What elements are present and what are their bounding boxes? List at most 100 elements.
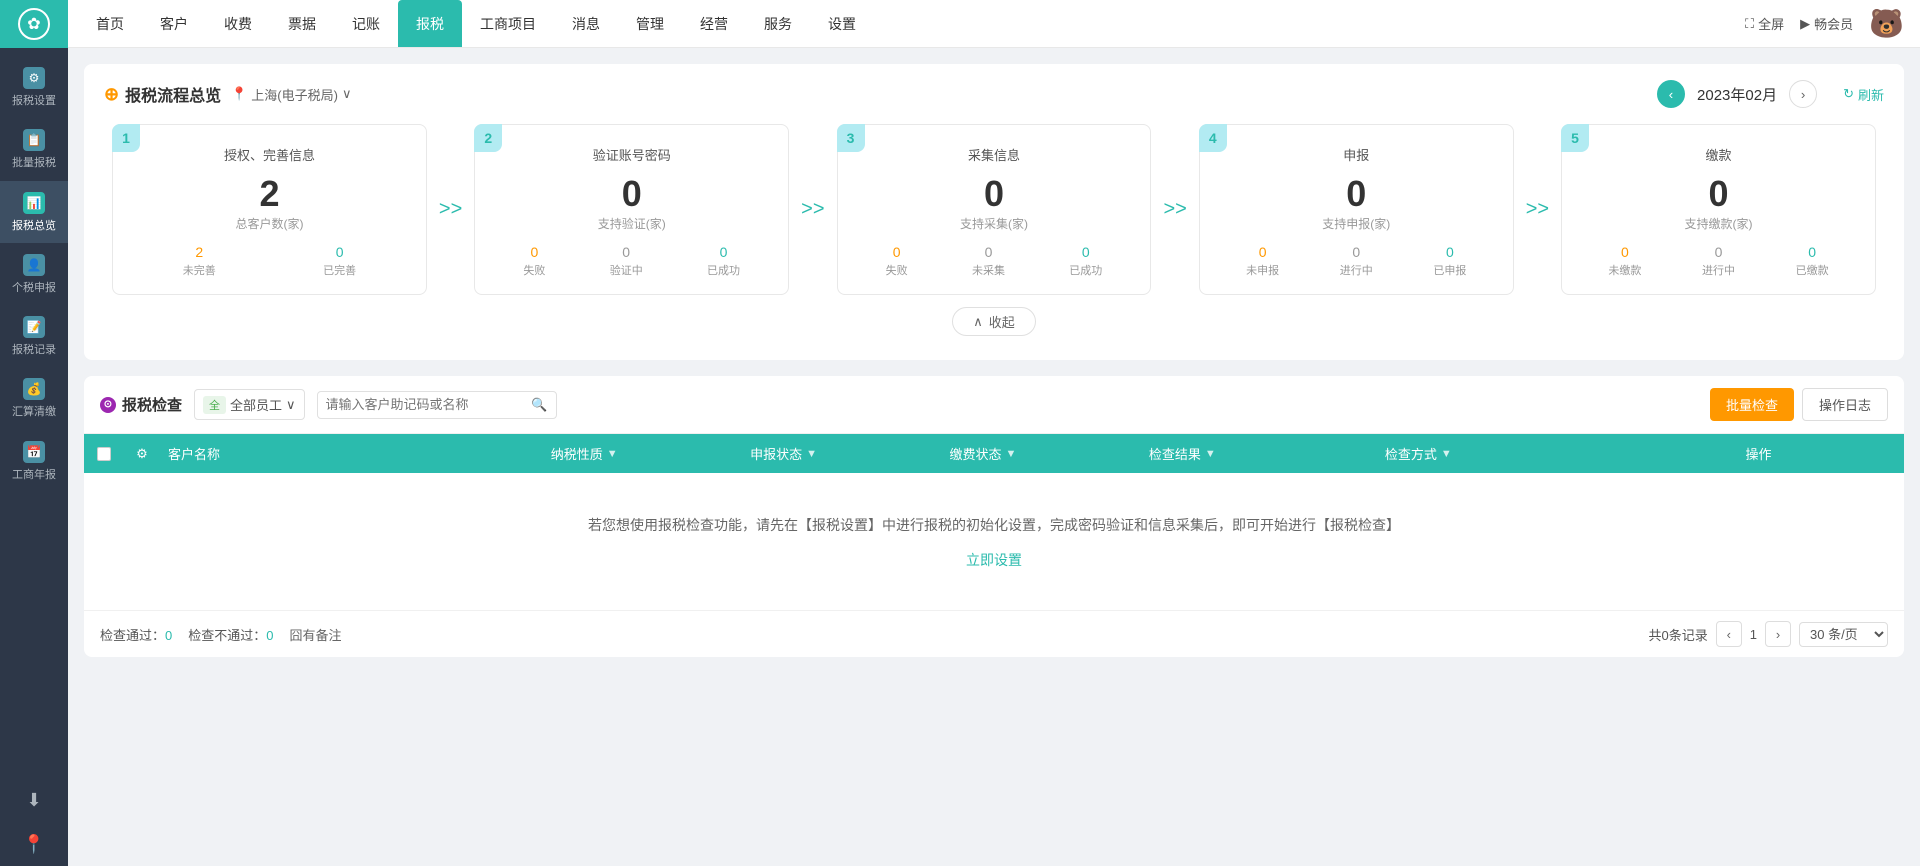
personal-tax-icon: 👤 — [22, 253, 46, 277]
sidebar-label-batch-tax: 批量报税 — [12, 156, 56, 170]
nav-settings[interactable]: 设置 — [810, 0, 874, 47]
nav-home[interactable]: 首页 — [78, 0, 142, 47]
nav-bookkeeping[interactable]: 记账 — [334, 0, 398, 47]
step-2-stat-0-num: 0 — [531, 244, 539, 260]
operation-log-button[interactable]: 操作日志 — [1802, 388, 1888, 421]
table-scroll[interactable]: 若您想使用报税检查功能，请先在【报税设置】中进行报税的初始化设置，完成密码验证和… — [84, 473, 1904, 610]
step-4-stats: 0 未申报 0 进行中 0 已申报 — [1216, 244, 1497, 278]
step-4-stat-2[interactable]: 0 已申报 — [1433, 244, 1466, 278]
nav-service[interactable]: 服务 — [746, 0, 810, 47]
location-selector[interactable]: 📍 上海(电子税局) ∨ — [231, 85, 351, 104]
sidebar-item-batch-tax[interactable]: 📋 批量报税 — [0, 118, 68, 180]
step-2-title: 验证账号密码 — [491, 145, 772, 164]
step-5-stats: 0 未缴款 0 进行中 0 已缴款 — [1578, 244, 1859, 278]
sidebar-label-tax-records: 报税记录 — [12, 343, 56, 357]
step-4-stat-0-label: 未申报 — [1246, 262, 1279, 278]
pass-count-link[interactable]: 0 — [165, 628, 172, 643]
date-next-button[interactable]: › — [1789, 80, 1817, 108]
step-1-stat-0[interactable]: 2 未完善 — [183, 244, 216, 278]
collapse-button[interactable]: ∧ 收起 — [952, 307, 1036, 336]
table-header: ⚙ 客户名称 纳税性质 ▼ 申报状态 ▼ 缴费状态 ▼ — [84, 434, 1904, 473]
header-checkbox[interactable] — [97, 447, 111, 461]
step-5-stat-1[interactable]: 0 进行中 — [1702, 244, 1735, 278]
date-prev-button[interactable]: ‹ — [1657, 80, 1685, 108]
step-2-stat-0[interactable]: 0 失败 — [523, 244, 545, 278]
refresh-icon: ↻ — [1843, 86, 1854, 102]
filter-1-icon[interactable]: ▼ — [607, 448, 618, 460]
tax-settings-icon: ⚙ — [22, 66, 46, 90]
search-icon[interactable]: 🔍 — [531, 397, 547, 413]
step-2-stat-1[interactable]: 0 验证中 — [610, 244, 643, 278]
page-next-button[interactable]: › — [1765, 621, 1791, 647]
tax-check-section: ⊙ 报税检查 全 全部员工 ∨ 🔍 批量检查 操作日志 — [84, 376, 1904, 657]
setup-link[interactable]: 立即设置 — [966, 552, 1022, 568]
header-buttons: 批量检查 操作日志 — [1710, 388, 1888, 421]
annual-report-icon: 📅 — [22, 440, 46, 464]
nav-operation[interactable]: 经营 — [682, 0, 746, 47]
tax-check-table: ⚙ 客户名称 纳税性质 ▼ 申报状态 ▼ 缴费状态 ▼ — [84, 434, 1904, 610]
chevron-down-icon: ∨ — [342, 86, 352, 102]
nav-business[interactable]: 工商项目 — [462, 0, 554, 47]
nav-manage[interactable]: 管理 — [618, 0, 682, 47]
filter-3-icon[interactable]: ▼ — [1006, 448, 1017, 460]
nav-invoice[interactable]: 票据 — [270, 0, 334, 47]
avatar[interactable]: 🐻 — [1869, 7, 1904, 40]
sidebar-item-annual-report[interactable]: 📅 工商年报 — [0, 430, 68, 492]
step-2-stat-1-num: 0 — [622, 244, 630, 260]
page-size-select[interactable]: 30 条/页 50 条/页 100 条/页 — [1799, 622, 1888, 647]
arrow-3: >> — [1159, 124, 1190, 295]
employee-filter[interactable]: 全 全部员工 ∨ — [194, 389, 305, 420]
step-5-stat-2-label: 已缴款 — [1796, 262, 1829, 278]
sidebar-item-tax-settings[interactable]: ⚙ 报税设置 — [0, 56, 68, 118]
refresh-button[interactable]: ↻ 刷新 — [1843, 85, 1884, 104]
collapse-icon: ∧ — [973, 314, 983, 330]
sidebar-label-annual-report: 工商年报 — [12, 468, 56, 482]
step-2-stat-2[interactable]: 0 已成功 — [707, 244, 740, 278]
step-4-stat-1-label: 进行中 — [1340, 262, 1373, 278]
step-5-number: 5 — [1561, 124, 1589, 152]
filter-2-icon[interactable]: ▼ — [806, 448, 817, 460]
forward-arrow-4-icon: >> — [1526, 198, 1549, 221]
nav-items: 首页 客户 收费 票据 记账 报税 工商项目 消息 管理 经营 服务 设置 — [68, 0, 1745, 47]
step-3-stat-0[interactable]: 0 失败 — [886, 244, 908, 278]
filter-5-icon[interactable]: ▼ — [1441, 448, 1452, 460]
th-gear[interactable]: ⚙ — [124, 434, 160, 473]
th-checkbox[interactable] — [84, 434, 124, 473]
search-input[interactable] — [326, 397, 526, 412]
nav-fee[interactable]: 收费 — [206, 0, 270, 47]
sidebar-item-download[interactable]: ⬇ — [0, 778, 68, 822]
nav-tax[interactable]: 报税 — [398, 0, 462, 47]
empty-state: 若您想使用报税检查功能，请先在【报税设置】中进行报税的初始化设置，完成密码验证和… — [84, 473, 1904, 610]
vip-button[interactable]: ▶ 畅会员 — [1800, 14, 1853, 33]
sidebar-item-tax-records[interactable]: 📝 报税记录 — [0, 305, 68, 367]
sidebar-item-settlement[interactable]: 💰 汇算清缴 — [0, 367, 68, 429]
step-5-stat-2-num: 0 — [1808, 244, 1816, 260]
filter-4-icon[interactable]: ▼ — [1205, 448, 1216, 460]
sidebar: ⚙ 报税设置 📋 批量报税 📊 报税总览 👤 个税申报 📝 报 — [0, 48, 68, 866]
sidebar-label-personal-tax: 个税申报 — [12, 281, 56, 295]
step-4-stat-1[interactable]: 0 进行中 — [1340, 244, 1373, 278]
fail-count: 检查不通过：0 — [188, 625, 273, 644]
step-5-stat-0-num: 0 — [1621, 244, 1629, 260]
fullscreen-button[interactable]: ⛶ 全屏 — [1745, 14, 1784, 33]
nav-message[interactable]: 消息 — [554, 0, 618, 47]
nav-customer[interactable]: 客户 — [142, 0, 206, 47]
step-1-stat-1[interactable]: 0 已完善 — [323, 244, 356, 278]
batch-tax-icon: 📋 — [22, 128, 46, 152]
sidebar-item-personal-tax[interactable]: 👤 个税申报 — [0, 243, 68, 305]
batch-check-button[interactable]: 批量检查 — [1710, 388, 1794, 421]
step-3-count: 0 — [854, 172, 1135, 215]
sidebar-item-tax-overview[interactable]: 📊 报税总览 — [0, 181, 68, 243]
step-5-stat-1-num: 0 — [1715, 244, 1723, 260]
sidebar-item-location[interactable]: 📍 — [0, 822, 68, 866]
fail-count-link[interactable]: 0 — [266, 628, 273, 643]
step-4-stat-0-num: 0 — [1259, 244, 1267, 260]
logo[interactable] — [0, 0, 68, 48]
step-4-stat-0[interactable]: 0 未申报 — [1246, 244, 1279, 278]
step-3-stat-1[interactable]: 0 未采集 — [972, 244, 1005, 278]
step-3-stat-2[interactable]: 0 已成功 — [1069, 244, 1102, 278]
step-4-card: 4 申报 0 支持申报(家) 0 未申报 0 进行中 — [1199, 124, 1514, 295]
page-first-button[interactable]: ‹ — [1716, 621, 1742, 647]
step-5-stat-0[interactable]: 0 未缴款 — [1608, 244, 1641, 278]
step-5-stat-2[interactable]: 0 已缴款 — [1796, 244, 1829, 278]
